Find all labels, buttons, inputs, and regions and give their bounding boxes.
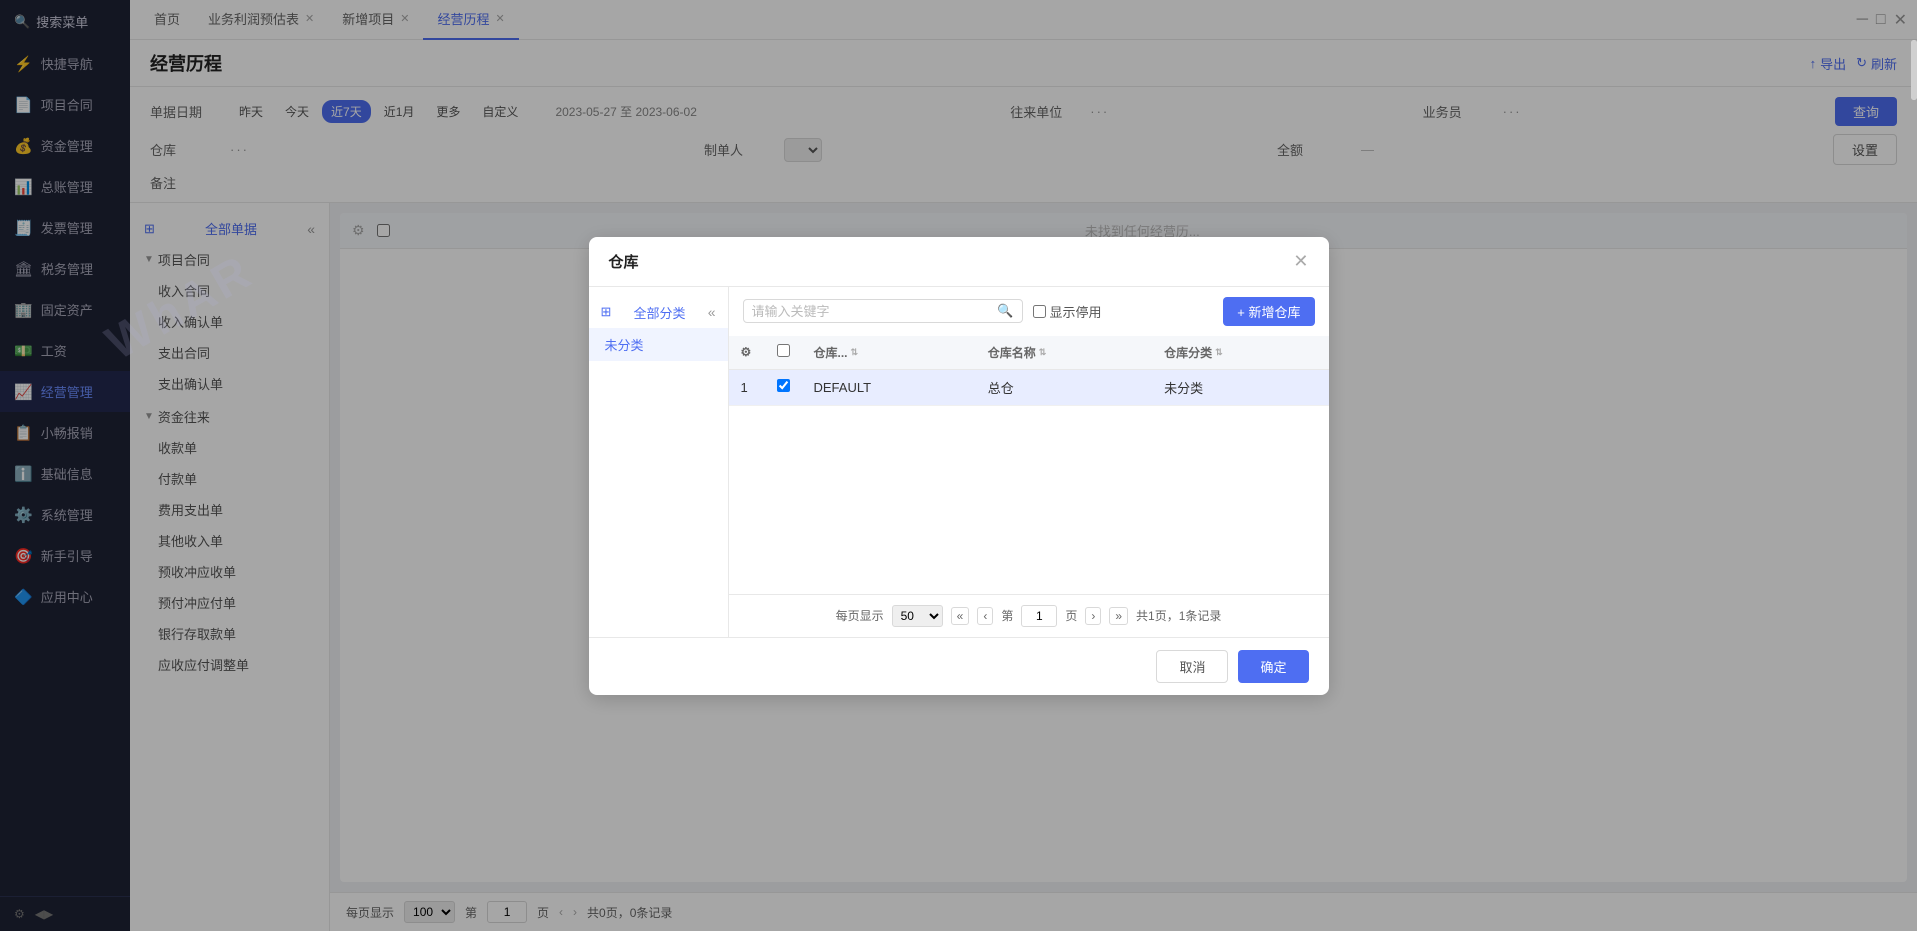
th-category[interactable]: 仓库分类 ⇅ xyxy=(1152,336,1328,370)
gear-icon-th[interactable]: ⚙ xyxy=(741,345,752,359)
dialog-actions: 取消 确定 xyxy=(589,637,1329,695)
dialog-title: 仓库 xyxy=(609,251,639,272)
watermark: WhAR xyxy=(97,244,263,372)
dialog-prev-page[interactable]: ‹ xyxy=(977,607,993,625)
dialog-sidebar-item-uncategorized[interactable]: 未分类 xyxy=(589,328,728,361)
show-disabled-label[interactable]: 显示停用 xyxy=(1033,302,1102,321)
row-select[interactable] xyxy=(777,379,790,392)
dialog-next-page[interactable]: › xyxy=(1085,607,1101,625)
dialog-page-size-select[interactable]: 50 100 xyxy=(892,605,943,627)
modal-overlay: WhAR 仓库 ✕ ⊞ 全部分类 « 未分类 xyxy=(0,0,1917,931)
dialog-main: 🔍 显示停用 + 新增仓库 ⚙ xyxy=(729,287,1329,637)
search-icon: 🔍 xyxy=(997,303,1013,319)
warehouse-search-input[interactable] xyxy=(752,304,992,319)
dialog-sidebar-scroll: 未分类 xyxy=(589,328,728,627)
add-warehouse-button[interactable]: + 新增仓库 xyxy=(1223,297,1314,326)
search-input-wrap: 🔍 xyxy=(743,299,1023,323)
warehouse-table: ⚙ 仓库... ⇅ xyxy=(729,336,1329,406)
dialog-total: 共1页，1条记录 xyxy=(1136,607,1221,624)
warehouse-dialog: 仓库 ✕ ⊞ 全部分类 « 未分类 xyxy=(589,237,1329,695)
row-checkbox[interactable] xyxy=(765,369,802,405)
dialog-table: ⚙ 仓库... ⇅ xyxy=(729,336,1329,594)
dialog-sidebar-collapse[interactable]: « xyxy=(708,304,716,320)
row-name: 总仓 xyxy=(976,369,1152,405)
dialog-header: 仓库 ✕ xyxy=(589,237,1329,287)
table-row[interactable]: 1 DEFAULT 总仓 未分类 xyxy=(729,369,1329,405)
dialog-sidebar-header[interactable]: ⊞ 全部分类 « xyxy=(589,297,728,328)
dialog-toolbar: 🔍 显示停用 + 新增仓库 xyxy=(729,287,1329,336)
dialog-sidebar: ⊞ 全部分类 « 未分类 xyxy=(589,287,729,637)
sort-icon-name: ⇅ xyxy=(1039,347,1047,358)
grid-icon-small: ⊞ xyxy=(601,304,612,320)
dialog-body: ⊞ 全部分类 « 未分类 🔍 xyxy=(589,287,1329,637)
th-gear: ⚙ xyxy=(729,336,765,370)
row-code: DEFAULT xyxy=(802,369,976,405)
table-select-all[interactable] xyxy=(777,344,790,357)
row-index: 1 xyxy=(729,369,765,405)
show-disabled-checkbox[interactable] xyxy=(1033,305,1046,318)
table-header-row: ⚙ 仓库... ⇅ xyxy=(729,336,1329,370)
row-category: 未分类 xyxy=(1152,369,1328,405)
dialog-page-input[interactable] xyxy=(1021,605,1057,627)
sort-icon-code: ⇅ xyxy=(851,347,859,358)
cancel-button[interactable]: 取消 xyxy=(1156,650,1228,683)
th-name[interactable]: 仓库名称 ⇅ xyxy=(976,336,1152,370)
th-checkbox xyxy=(765,336,802,370)
dialog-first-page[interactable]: « xyxy=(951,607,970,625)
th-code[interactable]: 仓库... ⇅ xyxy=(802,336,976,370)
dialog-pagination: 每页显示 50 100 « ‹ 第 页 › » 共1页，1条记录 xyxy=(729,594,1329,637)
sort-icon-category: ⇅ xyxy=(1215,347,1223,358)
dialog-sidebar-scrollbar xyxy=(1911,40,1917,931)
dialog-last-page[interactable]: » xyxy=(1109,607,1128,625)
confirm-button[interactable]: 确定 xyxy=(1238,650,1308,683)
dialog-close-button[interactable]: ✕ xyxy=(1293,251,1308,272)
